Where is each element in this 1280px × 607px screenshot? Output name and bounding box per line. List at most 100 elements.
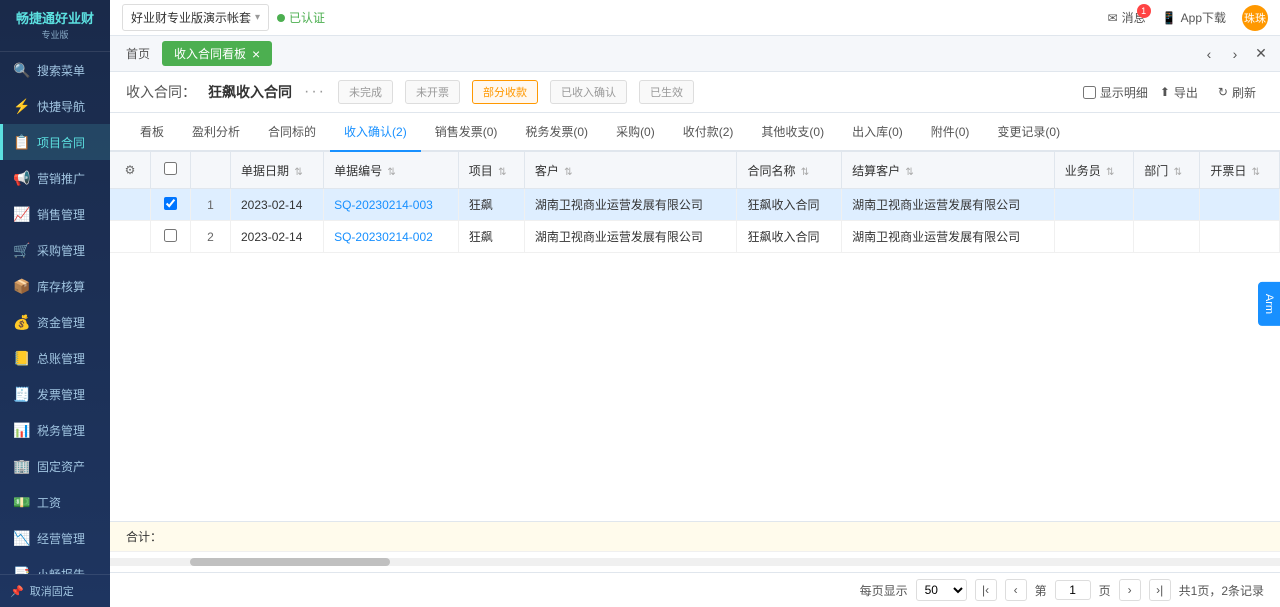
finance-icon: 💰 — [13, 313, 31, 331]
certified-dot — [277, 14, 285, 22]
sort-icon: ⇅ — [498, 167, 506, 178]
row-number[interactable]: SQ-20230214-003 — [324, 189, 459, 221]
contract-kanban-tab[interactable]: 收入合同看板 × — [162, 41, 272, 66]
contract-header: 收入合同： 狂飙收入合同 ··· 未完成 未开票 部分收款 已收入确认 已生效 … — [110, 72, 1280, 113]
sort-icon: ⇅ — [294, 167, 302, 178]
table-row[interactable]: 2 2023-02-14 SQ-20230214-002 狂飙 湖南卫视商业运营… — [110, 221, 1280, 253]
sidebar-bottom[interactable]: 📌 取消固定 — [0, 574, 110, 607]
sidebar-unpin-label: 取消固定 — [30, 583, 74, 599]
open-date-col-header[interactable]: 开票日 ⇅ — [1200, 152, 1280, 189]
close-tab-button[interactable]: ✕ — [1250, 43, 1272, 65]
app-download-button[interactable]: 📱 App下载 — [1162, 9, 1226, 26]
tab-payment[interactable]: 收付款(2) — [669, 113, 748, 152]
select-all-col[interactable] — [151, 152, 191, 189]
scroll-thumb[interactable] — [190, 558, 390, 566]
settings-col-header[interactable]: ⚙ — [110, 152, 151, 189]
show-detail-checkbox[interactable]: 显示明细 — [1083, 84, 1148, 101]
tab-tax_invoice[interactable]: 税务发票(0) — [511, 113, 602, 152]
project-col-header[interactable]: 项目 ⇅ — [458, 152, 524, 189]
sidebar-item-fixed-assets[interactable]: 🏢固定资产 — [0, 448, 110, 484]
app-subtitle: 专业版 — [41, 28, 68, 41]
tab-sales_invoice[interactable]: 销售发票(0) — [421, 113, 512, 152]
row-department — [1134, 189, 1200, 221]
sidebar: 畅捷通好业财 专业版 🔍搜索菜单⚡快捷导航📋项目合同📢营销推广📈销售管理🛒采购管… — [0, 0, 110, 607]
sidebar-item-mini-report[interactable]: 📑小畅报告 — [0, 556, 110, 574]
row-checkbox[interactable] — [151, 189, 191, 221]
tab-kanban[interactable]: 看板 — [126, 113, 178, 152]
contract-label: 收入合同： — [126, 82, 196, 102]
sidebar-item-label: 库存核算 — [37, 278, 85, 295]
more-icon[interactable]: ··· — [304, 83, 326, 101]
sidebar-item-label: 固定资产 — [37, 458, 85, 475]
per-page-label: 每页显示 — [860, 582, 908, 599]
settings-icon[interactable]: ⚙ — [120, 160, 140, 180]
per-page-select[interactable]: 20 50 100 200 — [916, 579, 967, 601]
table-container[interactable]: ⚙ 单据日期 ⇅ 单据编号 ⇅ 项目 ⇅ 客户 ⇅ 合同名称 ⇅ 结算客户 ⇅ … — [110, 152, 1280, 521]
row-num: 1 — [191, 189, 231, 221]
marketing-icon: 📢 — [13, 169, 31, 187]
status-uninvoiced[interactable]: 未开票 — [405, 80, 460, 104]
settlement-customer-col-header[interactable]: 结算客户 ⇅ — [842, 152, 1055, 189]
quick-nav-icon: ⚡ — [13, 97, 31, 115]
user-avatar[interactable]: 珠珠 — [1242, 5, 1268, 31]
first-page-button[interactable]: |‹ — [975, 579, 997, 601]
last-page-button[interactable]: ›| — [1149, 579, 1171, 601]
contract-name-col-header[interactable]: 合同名称 ⇅ — [737, 152, 842, 189]
tab-attachment[interactable]: 附件(0) — [917, 113, 984, 152]
salesperson-col-header[interactable]: 业务员 ⇅ — [1054, 152, 1134, 189]
horizontal-scrollbar[interactable] — [110, 558, 1280, 566]
sidebar-item-label: 项目合同 — [37, 134, 85, 151]
right-action-panel[interactable]: Arm — [1258, 281, 1280, 325]
tab-profit[interactable]: 盈利分析 — [178, 113, 254, 152]
close-icon[interactable]: × — [252, 47, 260, 61]
sort-icon: ⇅ — [801, 167, 809, 178]
row-settings[interactable] — [110, 189, 151, 221]
next-page-button[interactable]: › — [1119, 579, 1141, 601]
sidebar-item-general-ledger[interactable]: 📒总账管理 — [0, 340, 110, 376]
prev-page-button[interactable]: ‹ — [1005, 579, 1027, 601]
sidebar-item-search[interactable]: 🔍搜索菜单 — [0, 52, 110, 88]
tab-income_confirm[interactable]: 收入确认(2) — [330, 113, 421, 152]
table-row[interactable]: 1 2023-02-14 SQ-20230214-003 狂飙 湖南卫视商业运营… — [110, 189, 1280, 221]
tab-other_income[interactable]: 其他收支(0) — [747, 113, 838, 152]
prev-tab-button[interactable]: ‹ — [1198, 43, 1220, 65]
date-col-header[interactable]: 单据日期 ⇅ — [231, 152, 324, 189]
messages-button[interactable]: ✉ 1 消息 — [1108, 9, 1146, 26]
sidebar-item-purchase[interactable]: 🛒采购管理 — [0, 232, 110, 268]
home-tab[interactable]: 首页 — [118, 41, 158, 66]
status-incomplete[interactable]: 未完成 — [338, 80, 393, 104]
row-settings[interactable] — [110, 221, 151, 253]
sidebar-item-finance[interactable]: 💰资金管理 — [0, 304, 110, 340]
status-confirmed[interactable]: 已收入确认 — [550, 80, 627, 104]
row-open-date — [1200, 189, 1280, 221]
customer-col-header[interactable]: 客户 ⇅ — [524, 152, 737, 189]
status-effective[interactable]: 已生效 — [639, 80, 694, 104]
scroll-track[interactable] — [110, 551, 1280, 572]
tab-purchase[interactable]: 采购(0) — [602, 113, 669, 152]
table-footer: 合计： — [110, 521, 1280, 551]
next-tab-button[interactable]: › — [1224, 43, 1246, 65]
sidebar-item-project-contract[interactable]: 📋项目合同 — [0, 124, 110, 160]
status-partial[interactable]: 部分收款 — [472, 80, 538, 104]
sidebar-item-tax[interactable]: 📊税务管理 — [0, 412, 110, 448]
sidebar-item-inventory[interactable]: 📦库存核算 — [0, 268, 110, 304]
tab-change_log[interactable]: 变更记录(0) — [983, 113, 1074, 152]
select-all-checkbox[interactable] — [164, 162, 177, 175]
row-checkbox[interactable] — [151, 221, 191, 253]
refresh-button[interactable]: ↻ 刷新 — [1210, 81, 1264, 104]
page-input[interactable] — [1055, 580, 1091, 600]
row-number[interactable]: SQ-20230214-002 — [324, 221, 459, 253]
export-button[interactable]: ⬆ 导出 — [1152, 81, 1206, 104]
tab-contract_standard[interactable]: 合同标的 — [254, 113, 330, 152]
sidebar-item-sales[interactable]: 📈销售管理 — [0, 196, 110, 232]
tab-warehouse[interactable]: 出入库(0) — [838, 113, 917, 152]
sidebar-item-labor[interactable]: 💵工资 — [0, 484, 110, 520]
refresh-icon: ↻ — [1218, 85, 1228, 99]
sidebar-item-ops-mgmt[interactable]: 📉经营管理 — [0, 520, 110, 556]
sidebar-item-marketing[interactable]: 📢营销推广 — [0, 160, 110, 196]
sidebar-item-invoice-mgmt[interactable]: 🧾发票管理 — [0, 376, 110, 412]
department-col-header[interactable]: 部门 ⇅ — [1134, 152, 1200, 189]
number-col-header[interactable]: 单据编号 ⇅ — [324, 152, 459, 189]
sidebar-item-quick-nav[interactable]: ⚡快捷导航 — [0, 88, 110, 124]
company-selector[interactable]: 好业财专业版演示帐套 ▾ — [122, 4, 269, 31]
